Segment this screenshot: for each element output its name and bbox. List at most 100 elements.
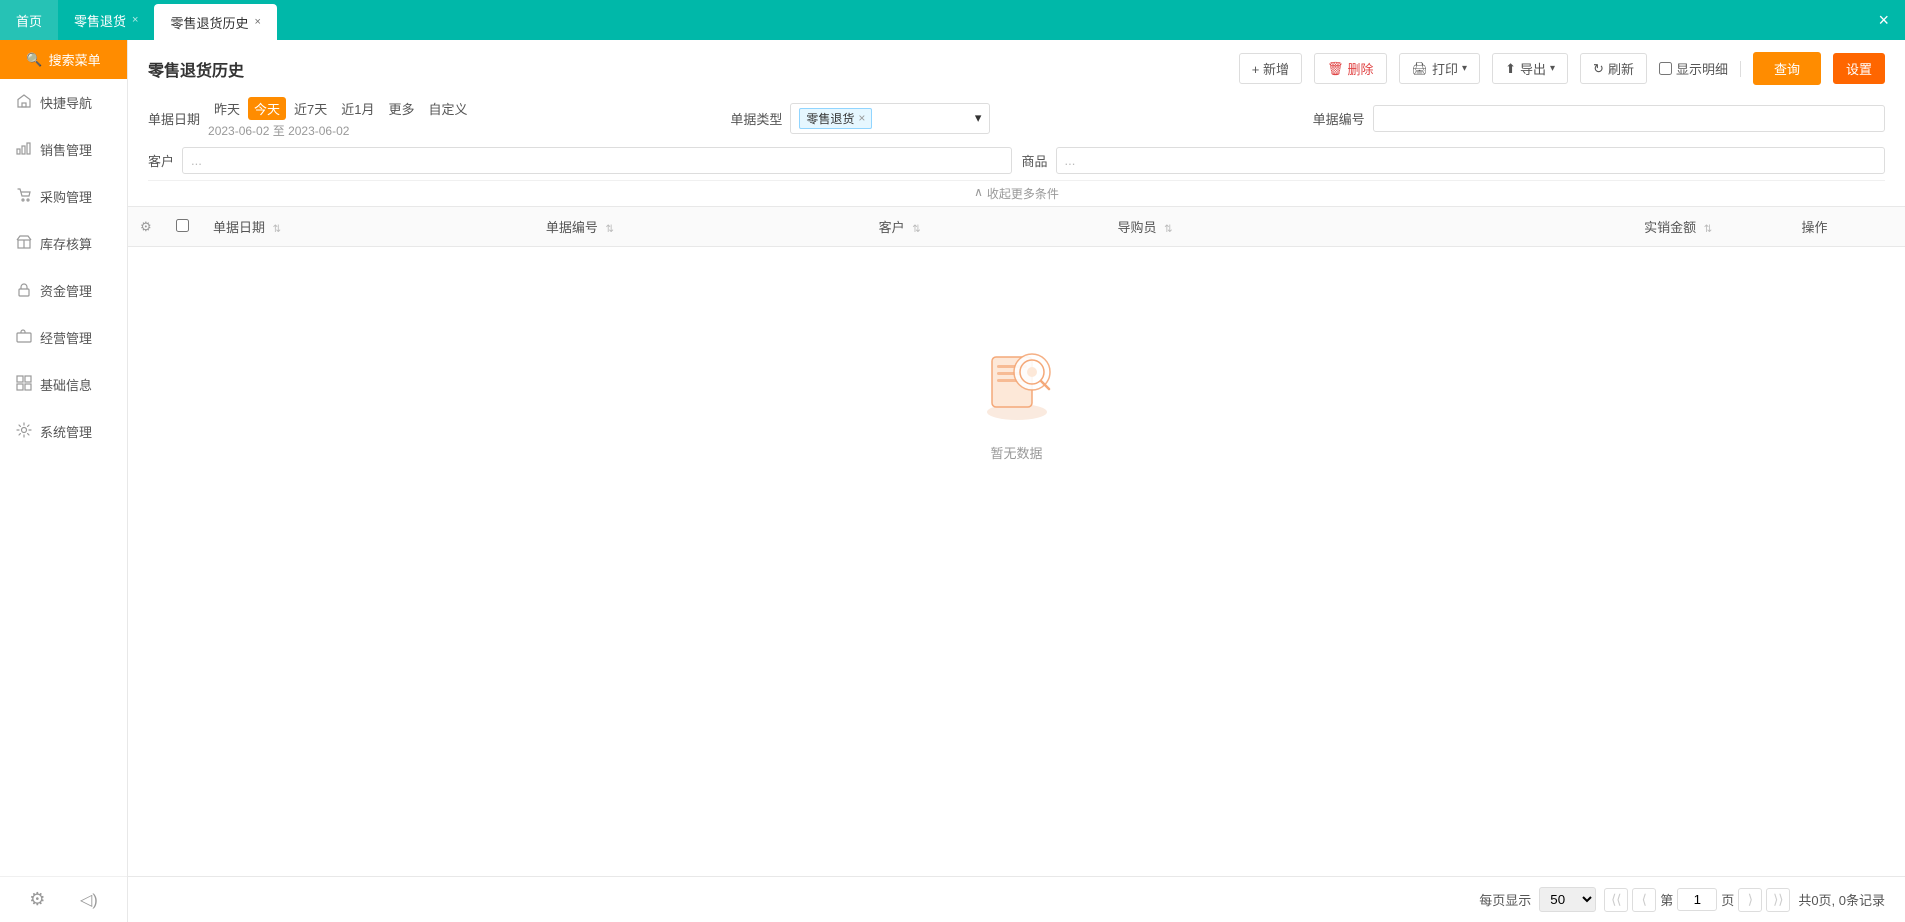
- header-actions: + 新增 🗑 删除 🖨 打印 ▾ ⬆ 导出 ▾: [1239, 52, 1885, 85]
- page-last-button[interactable]: ⟩⟩: [1766, 888, 1790, 912]
- show-detail-label: 显示明细: [1676, 59, 1728, 78]
- page-size-label: 每页显示: [1479, 890, 1531, 909]
- gear-icon[interactable]: ⚙: [29, 889, 45, 910]
- th-amount-sort[interactable]: ⇅: [1704, 224, 1712, 235]
- page-title-row: 零售退货历史 + 新增 🗑 删除 🖨 打印 ▾ ⬆: [148, 52, 1885, 85]
- refresh-icon: ↻: [1593, 61, 1604, 77]
- order-no-filter-item: 单据编号: [1313, 105, 1885, 132]
- sidebar-search[interactable]: 🔍 搜索菜单: [0, 40, 127, 79]
- sidebar-item-quick-nav-label: 快捷导航: [40, 93, 92, 112]
- search-icon: 🔍: [26, 52, 42, 68]
- tab-home[interactable]: 首页: [0, 0, 58, 40]
- goods-input[interactable]: ...: [1056, 147, 1885, 174]
- page-size-select[interactable]: 20 50 100: [1539, 887, 1596, 912]
- content-area: 零售退货历史 + 新增 🗑 删除 🖨 打印 ▾ ⬆: [128, 40, 1905, 922]
- date-filter-item: 单据日期 昨天 今天 近7天 近1月 更多 自定义 2023-06-02 至 2…: [148, 97, 720, 139]
- tab-retail-return-history[interactable]: 零售退货历史 ×: [154, 4, 276, 40]
- goods-filter-item: 商品 ...: [1022, 147, 1886, 174]
- empty-state: 暂无数据: [128, 247, 1905, 542]
- box-icon: [16, 234, 32, 253]
- sidebar-item-basic-info[interactable]: 基础信息: [0, 361, 127, 408]
- new-button[interactable]: + 新增: [1239, 53, 1302, 84]
- th-guide-label: 导购员: [1117, 220, 1156, 235]
- home-tab-label: 首页: [16, 11, 42, 30]
- delete-button-label: 删除: [1348, 59, 1374, 78]
- export-button-label: 导出: [1520, 59, 1546, 78]
- collapse-up-icon: ∧: [974, 185, 983, 202]
- page-header: 零售退货历史 + 新增 🗑 删除 🖨 打印 ▾ ⬆: [128, 40, 1905, 207]
- export-button[interactable]: ⬆ 导出 ▾: [1492, 53, 1568, 84]
- table-area: ⚙ 单据日期 ⇅ 单据编号 ⇅: [128, 207, 1905, 876]
- sidebar-item-operations[interactable]: 经营管理: [0, 314, 127, 361]
- page-first-button[interactable]: ⟨⟨: [1604, 888, 1628, 912]
- th-customer-label: 客户: [879, 220, 905, 235]
- customer-label: 客户: [148, 151, 174, 170]
- page-nav: ⟨⟨ ⟨ 第 页 ⟩ ⟩⟩: [1604, 888, 1790, 912]
- chart-icon: [16, 140, 32, 159]
- sidebar-item-sales[interactable]: 销售管理: [0, 126, 127, 173]
- volume-icon[interactable]: ◁): [80, 890, 98, 910]
- collapse-bar[interactable]: ∧ 收起更多条件: [148, 180, 1885, 206]
- th-customer-sort[interactable]: ⇅: [912, 224, 920, 235]
- lock-icon: [16, 281, 32, 300]
- pagination-bar: 每页显示 20 50 100 ⟨⟨ ⟨ 第 页 ⟩ ⟩⟩ 共0页, 0条记录: [128, 876, 1905, 922]
- grid-icon: [16, 375, 32, 394]
- table-settings-icon[interactable]: ⚙: [140, 219, 152, 234]
- th-date-label: 单据日期: [213, 220, 265, 235]
- date-today[interactable]: 今天: [248, 97, 286, 120]
- th-actions: 操作: [1724, 207, 1905, 247]
- sidebar-item-sales-label: 销售管理: [40, 140, 92, 159]
- collapse-label: 收起更多条件: [987, 185, 1059, 202]
- sidebar-item-inventory-label: 库存核算: [40, 234, 92, 253]
- sidebar-item-purchase-label: 采购管理: [40, 187, 92, 206]
- th-date: 单据日期 ⇅: [201, 207, 534, 247]
- show-detail-toggle: 显示明细: [1659, 59, 1728, 78]
- page-prev-button[interactable]: ⟨: [1632, 888, 1656, 912]
- th-amount: 实销金额 ⇅: [1391, 207, 1724, 247]
- sidebar-item-quick-nav[interactable]: 快捷导航: [0, 79, 127, 126]
- retail-return-tab-close[interactable]: ×: [132, 14, 138, 26]
- query-button[interactable]: 查询: [1753, 52, 1821, 85]
- select-all-checkbox[interactable]: [176, 219, 189, 232]
- customer-input[interactable]: ...: [182, 147, 1011, 174]
- type-tag: 零售退货 ×: [799, 108, 872, 129]
- page-next-button[interactable]: ⟩: [1738, 888, 1762, 912]
- goods-placeholder: ...: [1065, 153, 1076, 168]
- setting-button[interactable]: 设置: [1833, 53, 1885, 84]
- delete-button[interactable]: 🗑 删除: [1314, 53, 1387, 84]
- retail-return-history-tab-close[interactable]: ×: [254, 16, 260, 28]
- type-select[interactable]: 零售退货 × ▾: [790, 103, 990, 134]
- date-range-display: 2023-06-02 至 2023-06-02: [208, 122, 349, 139]
- sidebar-item-purchase[interactable]: 采购管理: [0, 173, 127, 220]
- refresh-button[interactable]: ↻ 刷新: [1580, 53, 1647, 84]
- date-7days[interactable]: 近7天: [288, 97, 333, 120]
- th-order-no-sort[interactable]: ⇅: [605, 224, 613, 235]
- date-1month[interactable]: 近1月: [335, 97, 380, 120]
- date-more[interactable]: 更多: [383, 97, 421, 120]
- date-custom[interactable]: 自定义: [423, 97, 474, 120]
- sidebar-bottom: ⚙ ◁): [0, 876, 127, 922]
- sidebar-item-finance[interactable]: 资金管理: [0, 267, 127, 314]
- setting-button-label: 设置: [1846, 59, 1872, 78]
- type-select-chevron: ▾: [975, 110, 982, 126]
- order-no-input[interactable]: [1373, 105, 1885, 132]
- sidebar-item-system[interactable]: 系统管理: [0, 408, 127, 455]
- show-detail-checkbox[interactable]: [1659, 62, 1672, 75]
- print-button[interactable]: 🖨 打印 ▾: [1399, 53, 1481, 84]
- th-date-sort[interactable]: ⇅: [273, 224, 281, 235]
- sidebar: 🔍 搜索菜单 快捷导航 销售管理 采购管理 库存核算: [0, 40, 128, 922]
- sidebar-item-inventory[interactable]: 库存核算: [0, 220, 127, 267]
- date-yesterday[interactable]: 昨天: [208, 97, 246, 120]
- page-jump-label: 第: [1660, 890, 1673, 909]
- main-layout: 🔍 搜索菜单 快捷导航 销售管理 采购管理 库存核算: [0, 40, 1905, 922]
- print-chevron-icon: ▾: [1462, 63, 1467, 74]
- sidebar-item-finance-label: 资金管理: [40, 281, 92, 300]
- tab-retail-return[interactable]: 零售退货 ×: [58, 0, 154, 40]
- page-number-input[interactable]: [1677, 888, 1717, 911]
- th-actions-label: 操作: [1802, 220, 1828, 235]
- date-filter-label: 单据日期: [148, 109, 200, 128]
- th-guide-sort[interactable]: ⇅: [1164, 224, 1172, 235]
- export-chevron-icon: ▾: [1550, 63, 1555, 74]
- window-close-button[interactable]: ×: [1878, 0, 1905, 40]
- type-tag-remove[interactable]: ×: [858, 111, 865, 125]
